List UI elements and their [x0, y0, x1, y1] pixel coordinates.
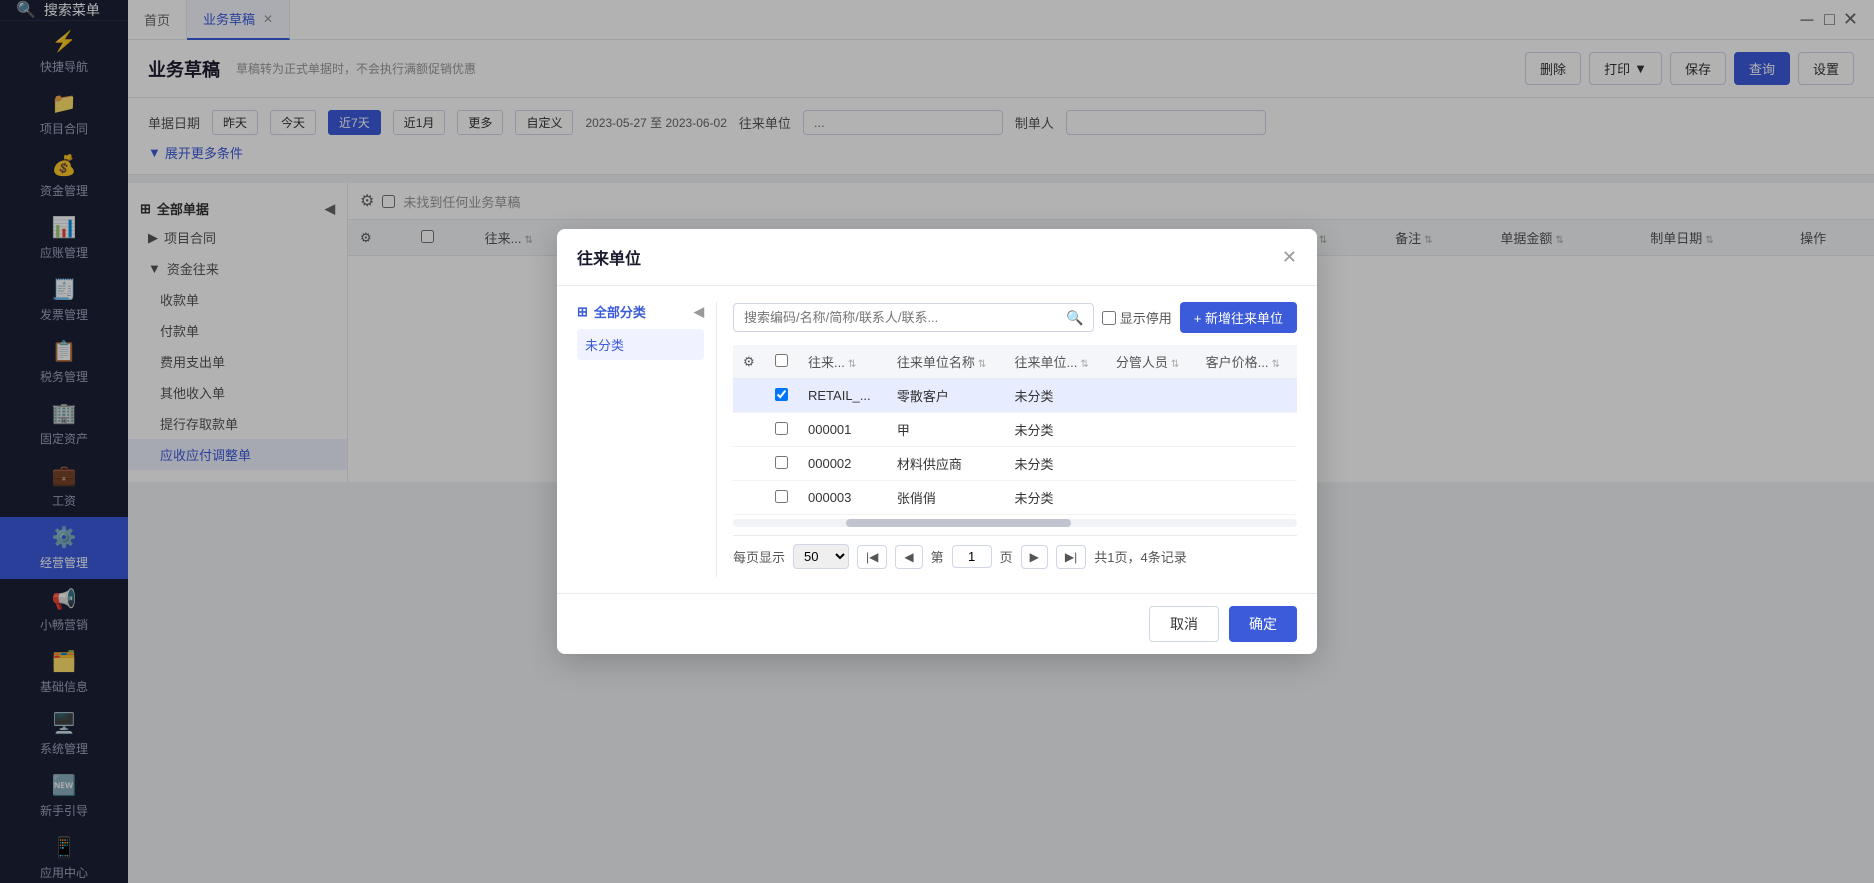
partner-modal: 往来单位 ✕ ⊞ 全部分类 ◀ 未分类 [557, 229, 1317, 654]
row-settings [733, 413, 765, 447]
scrollbar-thumb [846, 519, 1072, 527]
row-code: 000001 [798, 413, 887, 447]
row-category: 未分类 [1005, 481, 1106, 515]
row-code: 000003 [798, 481, 887, 515]
row-category: 未分类 [1005, 413, 1106, 447]
category-header-label: 全部分类 [594, 302, 646, 321]
th-price: 客户价格...⇅ [1196, 345, 1297, 379]
last-page-button[interactable]: ▶| [1056, 545, 1086, 569]
category-header: ⊞ 全部分类 ◀ [577, 302, 704, 321]
row-settings [733, 481, 765, 515]
cancel-button[interactable]: 取消 [1149, 606, 1219, 642]
th-name: 往来单位名称⇅ [887, 345, 1005, 379]
modal-title: 往来单位 [577, 245, 641, 269]
table-row[interactable]: 000001 甲 未分类 [733, 413, 1297, 447]
first-page-button[interactable]: |◀ [857, 545, 887, 569]
prev-page-button[interactable]: ◀ [895, 545, 922, 569]
modal-close-button[interactable]: ✕ [1282, 247, 1297, 268]
search-wrap: 🔍 [733, 303, 1094, 332]
search-icon: 🔍 [1066, 309, 1083, 326]
partner-search-input[interactable] [733, 303, 1094, 332]
modal-category-panel: ⊞ 全部分类 ◀ 未分类 [577, 302, 717, 577]
row-price [1196, 413, 1297, 447]
row-price [1196, 481, 1297, 515]
row-name: 零散客户 [887, 379, 1005, 413]
show-disabled-checkbox[interactable] [1102, 311, 1116, 325]
row-manager [1106, 481, 1196, 515]
horizontal-scrollbar[interactable] [733, 519, 1297, 527]
category-item-unclassified[interactable]: 未分类 [577, 329, 704, 360]
row-checkbox[interactable] [765, 413, 798, 447]
total-label: 共1页，4条记录 [1094, 547, 1186, 566]
modal-body: ⊞ 全部分类 ◀ 未分类 🔍 [557, 286, 1317, 593]
row-manager [1106, 447, 1196, 481]
table-row[interactable]: RETAIL_... 零散客户 未分类 [733, 379, 1297, 413]
row-price [1196, 379, 1297, 413]
th-checkbox[interactable] [765, 345, 798, 379]
new-partner-button[interactable]: + 新增往来单位 [1180, 302, 1297, 333]
th-category: 往来单位...⇅ [1005, 345, 1106, 379]
page-size-select[interactable]: 50 100 200 [793, 544, 849, 569]
category-collapse-icon[interactable]: ◀ [694, 304, 704, 320]
th-manager: 分管人员⇅ [1106, 345, 1196, 379]
partner-table-body: RETAIL_... 零散客户 未分类 000001 甲 [733, 379, 1297, 515]
row-name: 材料供应商 [887, 447, 1005, 481]
row-manager [1106, 413, 1196, 447]
row-manager [1106, 379, 1196, 413]
modal-content-row: ⊞ 全部分类 ◀ 未分类 🔍 [577, 302, 1297, 577]
row-checkbox[interactable] [765, 379, 798, 413]
category-item-label: 未分类 [585, 338, 624, 353]
modal-table-section: 🔍 显示停用 + 新增往来单位 ⚙ [733, 302, 1297, 577]
row-settings [733, 447, 765, 481]
modal-overlay[interactable]: 往来单位 ✕ ⊞ 全部分类 ◀ 未分类 [0, 0, 1874, 883]
show-disabled-text: 显示停用 [1120, 308, 1172, 327]
confirm-button[interactable]: 确定 [1229, 606, 1297, 642]
page-size-label: 每页显示 [733, 547, 785, 566]
th-code: 往来...⇅ [798, 345, 887, 379]
next-page-button[interactable]: ▶ [1021, 545, 1048, 569]
partner-table-header: ⚙ 往来...⇅ 往来单位名称⇅ 往来单位...⇅ 分管人员⇅ 客户价格...⇅ [733, 345, 1297, 379]
partner-table: ⚙ 往来...⇅ 往来单位名称⇅ 往来单位...⇅ 分管人员⇅ 客户价格...⇅ [733, 345, 1297, 515]
modal-toolbar: 🔍 显示停用 + 新增往来单位 [733, 302, 1297, 333]
show-disabled-label: 显示停用 [1102, 308, 1172, 327]
page-unit-label: 第 [931, 547, 944, 566]
row-name: 甲 [887, 413, 1005, 447]
row-name: 张俏俏 [887, 481, 1005, 515]
row-category: 未分类 [1005, 447, 1106, 481]
row-checkbox[interactable] [765, 481, 798, 515]
th-settings[interactable]: ⚙ [733, 345, 765, 379]
row-code: 000002 [798, 447, 887, 481]
row-category: 未分类 [1005, 379, 1106, 413]
row-checkbox[interactable] [765, 447, 798, 481]
table-row[interactable]: 000002 材料供应商 未分类 [733, 447, 1297, 481]
row-price [1196, 447, 1297, 481]
row-settings [733, 379, 765, 413]
category-header-icon: ⊞ [577, 304, 588, 320]
page-number-input[interactable] [952, 545, 992, 568]
modal-actions: 取消 确定 [557, 593, 1317, 654]
table-row[interactable]: 000003 张俏俏 未分类 [733, 481, 1297, 515]
pagination-bar: 每页显示 50 100 200 |◀ ◀ 第 页 ▶ ▶| 共1页，4 [733, 535, 1297, 577]
modal-header: 往来单位 ✕ [557, 229, 1317, 286]
page-label: 页 [1000, 547, 1013, 566]
row-code: RETAIL_... [798, 379, 887, 413]
